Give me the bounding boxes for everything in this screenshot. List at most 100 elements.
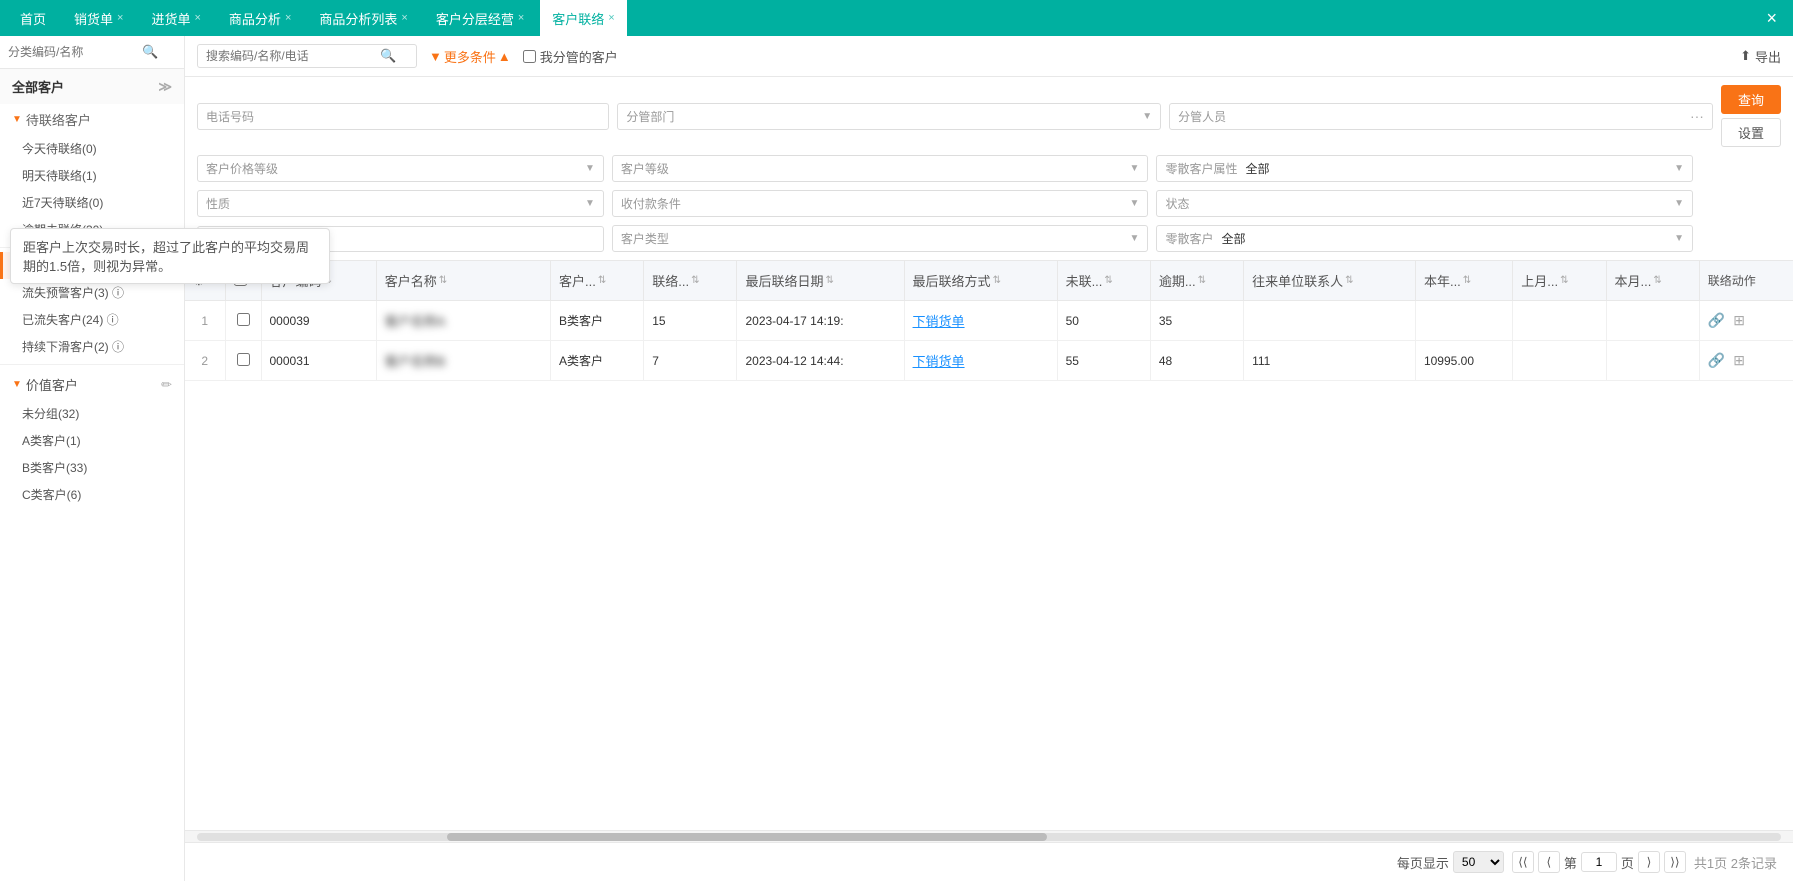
th-last-month[interactable]: 上月...⇅ (1513, 261, 1606, 301)
nature-arrow-icon: ▼ (585, 198, 595, 209)
nav-product-list[interactable]: 商品分析列表 × (307, 0, 419, 36)
row-cust-type-2: A类客户 (550, 341, 643, 381)
nav-sales-close[interactable]: × (117, 12, 123, 24)
filter-price-level[interactable]: 客户价格等级 ▼ (197, 155, 604, 182)
filter-person[interactable]: 分管人员 ··· (1169, 103, 1713, 130)
last-page-button[interactable]: ⟩⟩ (1664, 851, 1686, 873)
table-row: 1 000039 客户名称A B类客户 15 2023-04-17 14:19:… (185, 301, 1793, 341)
th-unit-contact[interactable]: 往来单位联系人⇅ (1244, 261, 1416, 301)
scroll-thumb[interactable] (447, 833, 1047, 841)
settings-button[interactable]: 设置 (1721, 118, 1781, 147)
prev-page-button[interactable]: ⟨ (1538, 851, 1560, 873)
nav-home[interactable]: 首页 (8, 0, 58, 36)
filter-row-4: ··· 客户类型 ▼ 零散客户 全部 ▼ (197, 225, 1781, 252)
scroll-track (197, 833, 1781, 841)
nav-contact-close[interactable]: × (608, 12, 614, 24)
filter-scatter-attr[interactable]: 零散客户属性 全部 ▼ (1156, 155, 1693, 182)
th-overdue[interactable]: 逾期...⇅ (1150, 261, 1243, 301)
row-num-1: 1 (185, 301, 225, 341)
nav-segmentation-close[interactable]: × (518, 12, 524, 24)
sort-method-icon: ⇅ (993, 275, 1001, 286)
th-contact-count[interactable]: 联络...⇅ (644, 261, 737, 301)
sidebar-item-declining[interactable]: 持续下滑客户(2) ⓘ (0, 333, 184, 360)
sidebar-section-pending: ▼ 待联络客户 (0, 104, 184, 135)
action-link-icon-1[interactable]: 🔗 (1708, 312, 1725, 329)
filter-row-3: 性质 ▼ 收付款条件 ▼ 状态 ▼ (197, 190, 1781, 217)
level-arrow-icon: ▼ (1130, 163, 1140, 174)
filter-scatter-customer[interactable]: 零散客户 全部 ▼ (1156, 225, 1693, 252)
filter-phone[interactable]: 电话号码 (197, 103, 609, 130)
more-conditions-button[interactable]: ▼ 更多条件 ▲ (429, 47, 511, 66)
filter-payment[interactable]: 收付款条件 ▼ (612, 190, 1149, 217)
sidebar-item-a-class[interactable]: A类客户(1) (0, 427, 184, 454)
nav-purchase[interactable]: 进货单 × (139, 0, 212, 36)
sort-name-icon: ⇅ (439, 275, 447, 286)
sort-type-icon: ⇅ (598, 275, 606, 286)
first-page-button[interactable]: ⟨⟨ (1512, 851, 1534, 873)
my-customers-checkbox[interactable]: 我分管的客户 (523, 47, 618, 66)
sidebar-search-icon[interactable]: 🔍 (142, 44, 158, 60)
my-customers-check[interactable] (523, 50, 536, 63)
main-search-icon[interactable]: 🔍 (380, 48, 396, 64)
nav-product-analysis[interactable]: 商品分析 × (217, 0, 303, 36)
action-grid-icon-1[interactable]: ⊞ (1733, 312, 1745, 329)
sidebar-item-7days[interactable]: 近7天待联络(0) (0, 189, 184, 216)
value-edit-icon[interactable]: ✏ (161, 377, 172, 393)
sidebar-divider-2 (0, 364, 184, 365)
row-last-date-1: 2023-04-17 14:19: (737, 301, 904, 341)
row-lastmonth-2 (1513, 341, 1606, 381)
next-page-button[interactable]: ⟩ (1638, 851, 1660, 873)
pagination: 每页显示 50 20 100 ⟨⟨ ⟨ 第 页 ⟩ ⟩⟩ 共1页 2条记录 (185, 842, 1793, 881)
window-close-button[interactable]: × (1758, 8, 1785, 29)
sidebar-item-today[interactable]: 今天待联络(0) (0, 135, 184, 162)
sidebar-item-tomorrow[interactable]: 明天待联络(1) (0, 162, 184, 189)
sort-lastmonth-icon: ⇅ (1560, 275, 1568, 286)
filter-customer-level[interactable]: 客户等级 ▼ (612, 155, 1149, 182)
nav-product-analysis-close[interactable]: × (285, 12, 291, 24)
row-name-1: 客户名称A (376, 301, 550, 341)
nav-product-list-close[interactable]: × (401, 12, 407, 24)
action-grid-icon-2[interactable]: ⊞ (1733, 352, 1745, 369)
horizontal-scrollbar[interactable] (185, 830, 1793, 842)
main-search-input[interactable] (206, 49, 376, 63)
th-last-date[interactable]: 最后联络日期⇅ (737, 261, 904, 301)
th-this-month[interactable]: 本月...⇅ (1606, 261, 1699, 301)
nav-sales[interactable]: 销货单 × (62, 0, 135, 36)
row-lastmonth-1 (1513, 301, 1606, 341)
row-year-1 (1415, 301, 1512, 341)
filter-nature[interactable]: 性质 ▼ (197, 190, 604, 217)
nav-purchase-close[interactable]: × (194, 12, 200, 24)
nav-customer-contact[interactable]: 客户联络 × (540, 0, 626, 36)
search-box: 🔍 (197, 44, 417, 68)
payment-arrow-icon: ▼ (1130, 198, 1140, 209)
th-cust-type[interactable]: 客户...⇅ (550, 261, 643, 301)
filter-customer-type[interactable]: 客户类型 ▼ (612, 225, 1149, 252)
sidebar-item-b-class[interactable]: B类客户(33) (0, 454, 184, 481)
sort-date-icon: ⇅ (825, 275, 833, 286)
th-this-year[interactable]: 本年...⇅ (1415, 261, 1512, 301)
nav-customer-segmentation[interactable]: 客户分层经营 × (424, 0, 536, 36)
sort-overdue-icon: ⇅ (1198, 275, 1206, 286)
th-uncontact[interactable]: 未联...⇅ (1057, 261, 1150, 301)
total-records: 共1页 2条记录 (1694, 853, 1777, 872)
price-arrow-icon: ▼ (585, 163, 595, 174)
filter-department[interactable]: 分管部门 ▼ (617, 103, 1161, 130)
filter-status[interactable]: 状态 ▼ (1156, 190, 1693, 217)
sidebar-search-input[interactable] (8, 45, 138, 59)
row-check-1[interactable] (225, 301, 261, 341)
query-button[interactable]: 查询 (1721, 85, 1781, 114)
page-number-input[interactable] (1581, 852, 1617, 872)
sidebar-item-c-class[interactable]: C类客户(6) (0, 481, 184, 508)
per-page-select[interactable]: 50 20 100 (1453, 851, 1504, 873)
export-button[interactable]: ⬆ 导出 (1740, 47, 1781, 66)
sidebar-collapse-button[interactable]: ≫ (158, 79, 172, 95)
row-check-2[interactable] (225, 341, 261, 381)
sidebar-item-ungrouped[interactable]: 未分组(32) (0, 400, 184, 427)
row-contact-1: 15 (644, 301, 737, 341)
th-name[interactable]: 客户名称⇅ (376, 261, 550, 301)
th-last-method[interactable]: 最后联络方式⇅ (904, 261, 1057, 301)
row-month-2 (1606, 341, 1699, 381)
sidebar-item-lost[interactable]: 已流失客户(24) ⓘ (0, 306, 184, 333)
export-icon: ⬆ (1740, 48, 1751, 64)
action-link-icon-2[interactable]: 🔗 (1708, 352, 1725, 369)
